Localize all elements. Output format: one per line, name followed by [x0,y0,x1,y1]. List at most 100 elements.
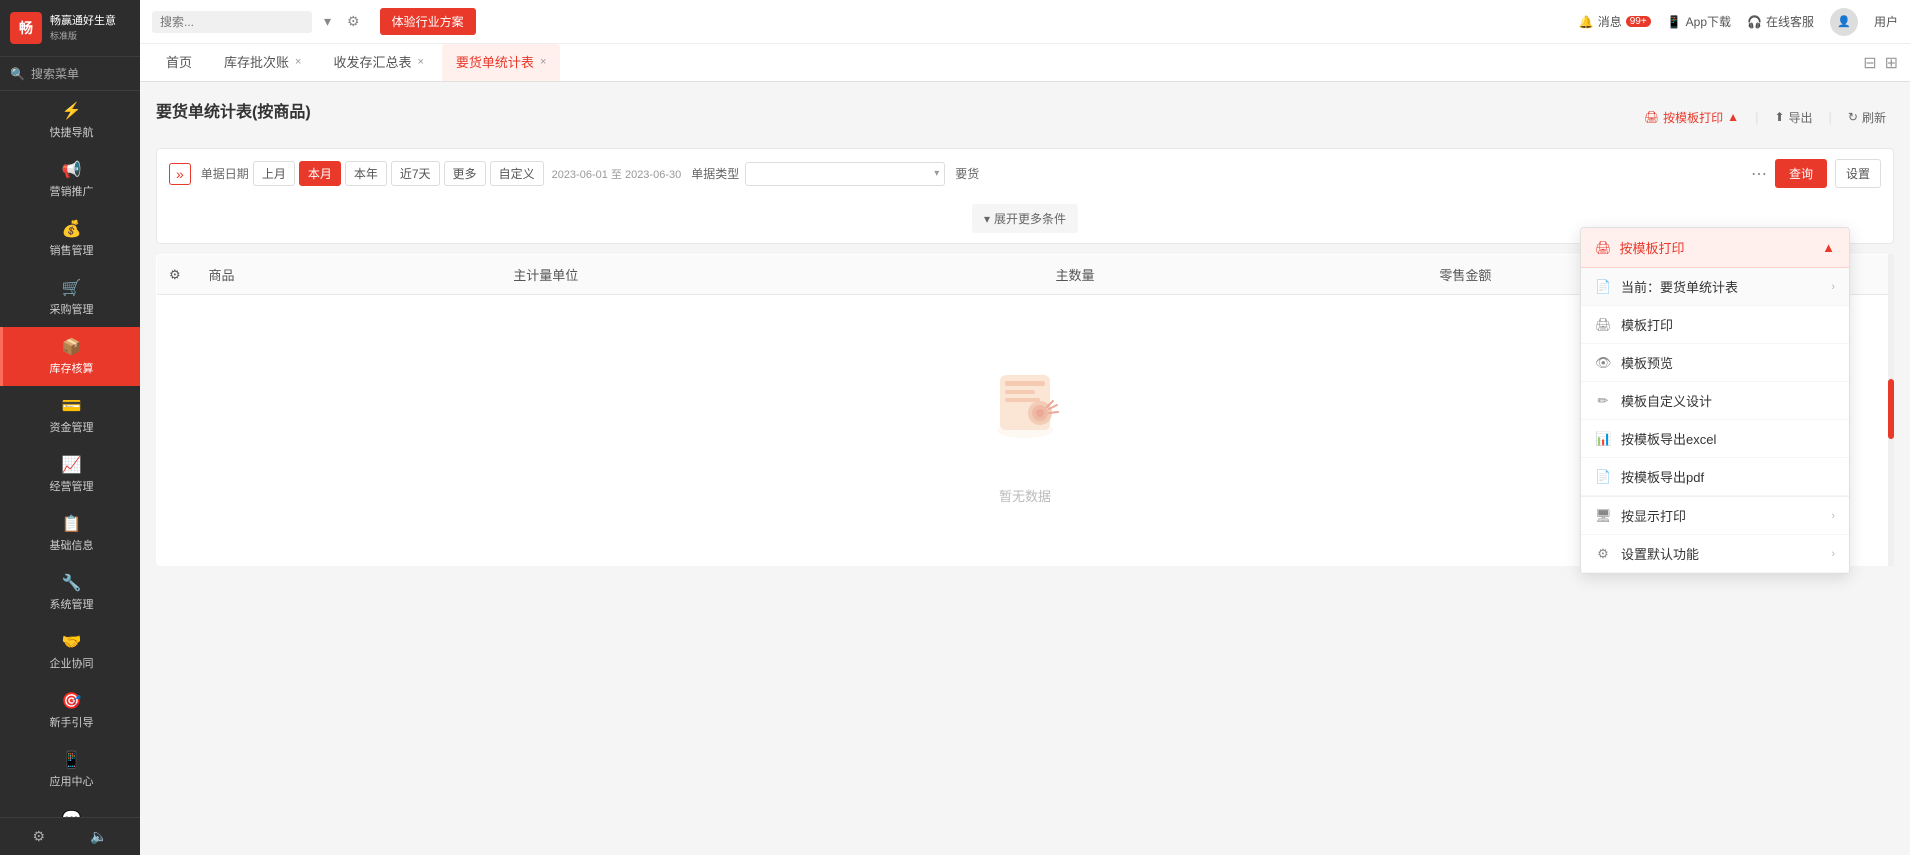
print-chevron-icon: ▲ [1727,110,1739,124]
date-more-btn[interactable]: 更多 [444,161,486,186]
headset-icon: 🎧 [1747,15,1762,29]
sidebar-item-purchase[interactable]: 🛒 采购管理 [0,268,140,327]
export-excel-icon: 📊 [1595,431,1611,447]
finance-icon: 💳 [62,396,82,416]
sidebar-item-marketing[interactable]: 📢 营销推广 [0,150,140,209]
tab-home[interactable]: 首页 [152,44,206,81]
app-download-item[interactable]: 📱 App下载 [1667,13,1731,30]
print-dropdown-chevron-up[interactable]: ▲ [1822,240,1835,255]
app-download-label: App下载 [1686,13,1731,30]
sidebar-item-label: 快捷导航 [50,124,94,140]
query-btn[interactable]: 查询 [1775,159,1827,188]
tab-order-stats-close[interactable]: × [540,56,546,68]
sidebar-item-label: 基础信息 [50,537,94,553]
sidebar-item-label: 应用中心 [50,773,94,789]
sidebar-item-label: 采购管理 [50,301,94,317]
tab-receipt-summary[interactable]: 收发存汇总表 × [319,44,437,81]
sidebar-item-system[interactable]: 🔧 系统管理 [0,563,140,622]
online-service-label: 在线客服 [1766,13,1814,30]
basic-icon: 📋 [62,514,82,534]
print-template-btn[interactable]: 🖨 按模板打印 ▲ [1636,105,1747,130]
tab-inventory-batch[interactable]: 库存批次账 × [210,44,315,81]
set-default-label: 设置默认功能 [1621,544,1699,563]
template-design-icon: ✏ [1595,393,1611,409]
settings-icon[interactable]: ⚙ [33,828,46,845]
tab-order-stats-label: 要货单统计表 [456,52,534,71]
app-edition: 标准版 [50,29,116,42]
more-options-icon[interactable]: ⋯ [1751,164,1767,184]
topbar-search-input[interactable] [152,11,312,33]
dropdown-template-design[interactable]: ✏ 模板自定义设计 [1581,382,1849,420]
topbar-settings-icon[interactable]: ⚙ [347,13,360,30]
sidebar-item-sales[interactable]: 💰 销售管理 [0,209,140,268]
date-current-month-btn[interactable]: 本月 [299,161,341,186]
sidebar-item-basic[interactable]: 📋 基础信息 [0,504,140,563]
date-prev-month-btn[interactable]: 上月 [253,161,295,186]
expand-more-btn[interactable]: ▾ 展开更多条件 [972,204,1078,233]
sidebar-item-appstore[interactable]: 📱 应用中心 [0,740,140,799]
search-icon: 🔍 [10,67,25,81]
date-last7-btn[interactable]: 近7天 [391,161,440,186]
sidebar-item-guide[interactable]: 🎯 新手引导 [0,681,140,740]
dropdown-export-excel[interactable]: 📊 按模板导出excel [1581,420,1849,458]
dropdown-template-preview[interactable]: 👁 模板预览 [1581,344,1849,382]
tab-receipt-summary-close[interactable]: × [417,56,423,68]
sidebar-footer: ⚙ 🔈 [0,817,140,855]
promo-button[interactable]: 体验行业方案 [380,8,476,35]
sidebar-item-label: 资金管理 [50,419,94,435]
notification-item[interactable]: 🔔 消息 99+ [1579,13,1651,30]
date-custom-btn[interactable]: 自定义 [490,161,544,186]
vertical-scrollbar[interactable] [1888,254,1894,566]
doc-type-select[interactable] [745,162,945,186]
export-btn[interactable]: ⬆ 导出 [1766,105,1820,130]
empty-illustration [975,355,1075,474]
date-current-year-btn[interactable]: 本年 [345,161,387,186]
refresh-btn[interactable]: ↻ 刷新 [1840,105,1894,130]
avatar[interactable]: 👤 [1830,8,1858,36]
display-print-arrow: › [1831,510,1835,522]
sidebar-item-inventory[interactable]: 📦 库存核算 [0,327,140,386]
sidebar-item-collab[interactable]: 🤝 企业协同 [0,622,140,681]
sidebar-logo: 畅 畅赢通好生意 标准版 [0,0,140,57]
col-settings-icon[interactable]: ⚙ [169,267,181,282]
export-pdf-icon: 📄 [1595,469,1611,485]
filter-expand-icon[interactable]: » [169,163,191,185]
sidebar-item-finance[interactable]: 💳 资金管理 [0,386,140,445]
display-print-icon: 🖥 [1595,508,1611,524]
online-service-item[interactable]: 🎧 在线客服 [1747,13,1814,30]
dropdown-current-template[interactable]: 📄 当前：要货单统计表 › [1581,268,1849,306]
guide-icon: 🎯 [62,691,82,711]
dropdown-display-print[interactable]: 🖥 按显示打印 › [1581,496,1849,535]
sidebar-item-shortcuts[interactable]: ⚡ 快捷导航 [0,91,140,150]
scrollbar-thumb[interactable] [1888,379,1894,439]
sidebar-search[interactable]: 🔍 搜索菜单 [0,57,140,91]
dropdown-set-default[interactable]: ⚙ 设置默认功能 › [1581,535,1849,573]
dropdown-template-print[interactable]: 🖨 模板打印 [1581,306,1849,344]
filter-settings-btn[interactable]: 设置 [1835,159,1881,188]
sidebar-item-label: 经营管理 [50,478,94,494]
refresh-label: 刷新 [1862,109,1886,126]
phone-icon: 📱 [1667,15,1682,29]
expand-more-label: 展开更多条件 [994,210,1066,227]
sidebar-item-wechat[interactable]: 💬 企业微信 [0,799,140,817]
tab-inventory-batch-close[interactable]: × [295,56,301,68]
expand-down-icon: ▾ [984,212,990,226]
tab-maximize-icon[interactable]: ⊞ [1885,53,1898,73]
audio-icon[interactable]: 🔈 [90,828,107,845]
topbar-dropdown-icon[interactable]: ▾ [324,13,331,30]
bell-icon: 🔔 [1579,15,1594,29]
topbar: ▾ ⚙ 体验行业方案 🔔 消息 99+ 📱 App下载 🎧 在线客服 👤 用户 [140,0,1910,44]
date-filter-label: 单据日期 [201,165,249,182]
sidebar-nav: ⚡ 快捷导航 📢 营销推广 💰 销售管理 🛒 采购管理 📦 库存核算 💳 资金管… [0,91,140,817]
tab-receipt-summary-label: 收发存汇总表 [333,52,411,71]
set-default-icon: ⚙ [1595,546,1611,562]
col-settings: ⚙ [157,255,197,295]
dropdown-export-pdf[interactable]: 📄 按模板导出pdf [1581,458,1849,496]
sidebar-item-label: 新手引导 [50,714,94,730]
tab-minimize-icon[interactable]: ⊟ [1863,53,1876,73]
print-dropdown: 🖨 按模板打印 ▲ 📄 当前：要货单统计表 › 🖨 模板打印 👁 [1580,227,1850,574]
sidebar-item-label: 销售管理 [50,242,94,258]
set-default-arrow: › [1831,548,1835,560]
tab-order-stats[interactable]: 要货单统计表 × [442,44,560,81]
sidebar-item-operations[interactable]: 📈 经营管理 [0,445,140,504]
